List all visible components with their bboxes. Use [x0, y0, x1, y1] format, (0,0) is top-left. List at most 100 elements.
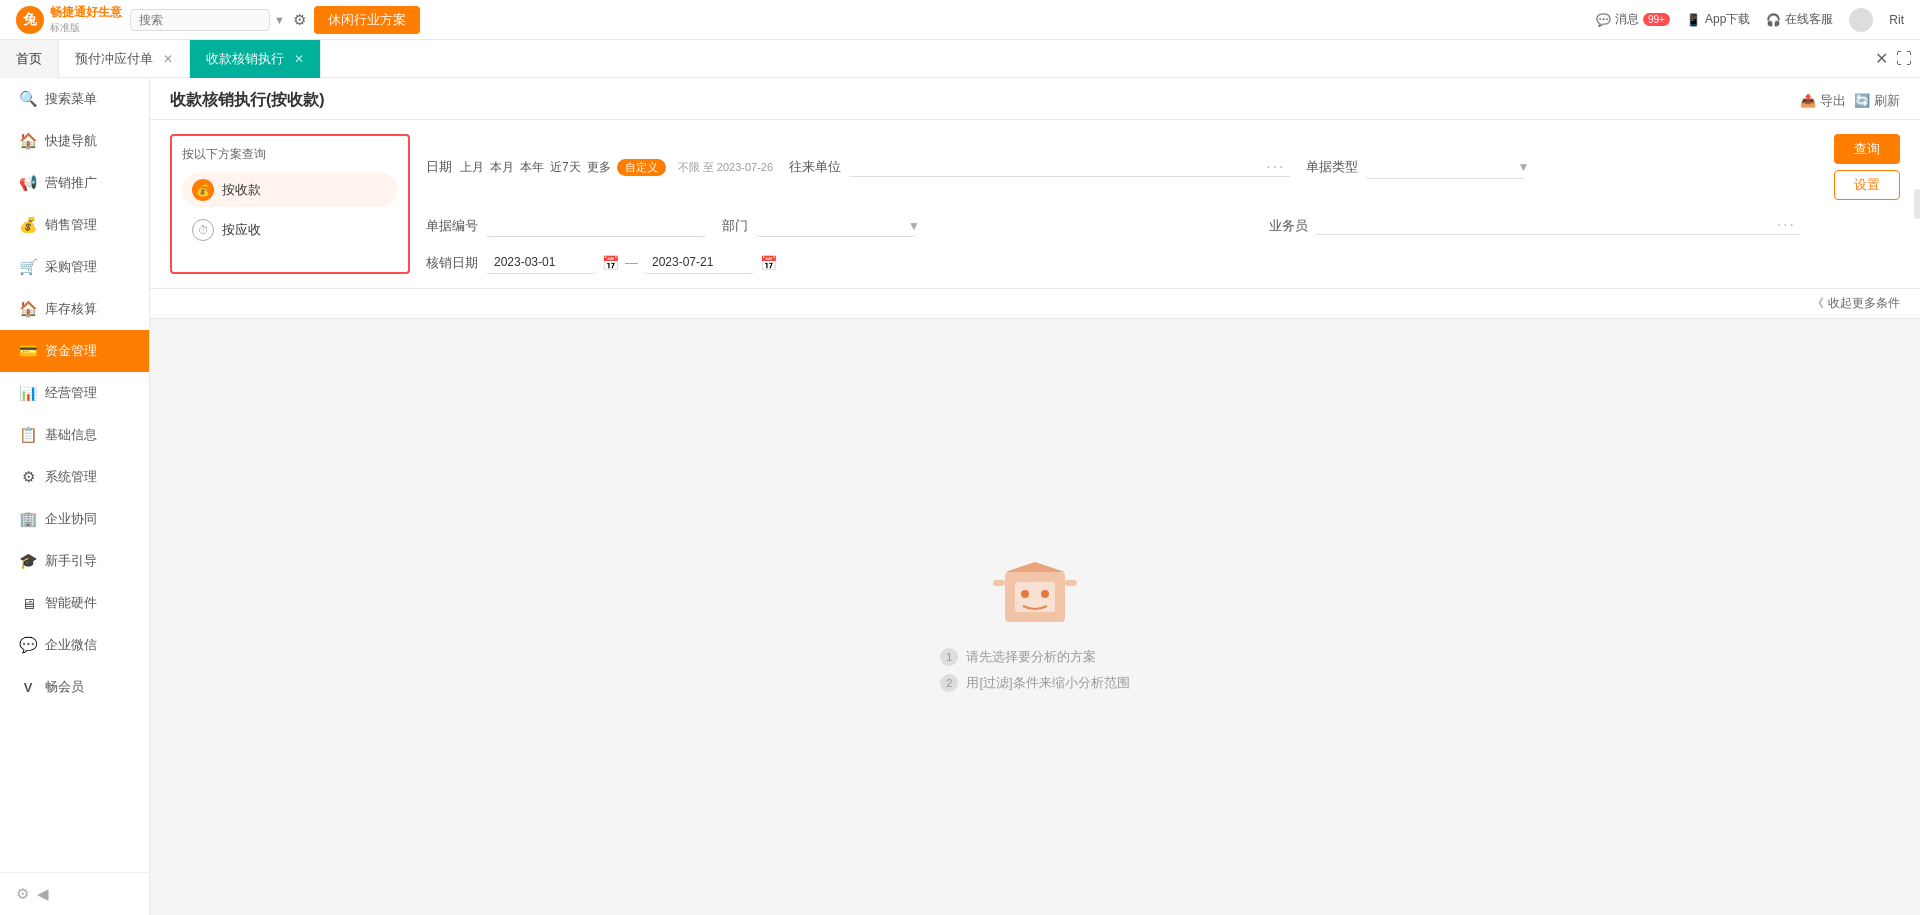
finance-icon: 💳 — [19, 342, 37, 360]
filter-collapse-button[interactable]: 《 — [1914, 189, 1920, 219]
messages-label: 消息 — [1615, 11, 1639, 28]
search-menu-icon: 🔍 — [19, 90, 37, 108]
brand-text: 畅捷通好生意 标准版 — [50, 4, 122, 35]
export-button[interactable]: 📤 导出 — [1800, 92, 1846, 110]
solution-button[interactable]: 休闲行业方案 — [314, 6, 420, 34]
sidebar-item-quick-nav[interactable]: 🏠 快捷导航 — [0, 120, 149, 162]
refresh-button[interactable]: 🔄 刷新 — [1854, 92, 1900, 110]
tab-maximize-button[interactable]: ⛶ — [1896, 50, 1912, 68]
counterpart-label: 往来单位 — [789, 158, 841, 176]
export-icon: 📤 — [1800, 93, 1816, 108]
end-calendar-icon[interactable]: 📅 — [760, 255, 777, 271]
sidebar-item-basic-info[interactable]: 📋 基础信息 — [0, 414, 149, 456]
sidebar-item-finance[interactable]: 💳 资金管理 — [0, 330, 149, 372]
tab-home[interactable]: 首页 — [0, 40, 59, 78]
write-off-end-input[interactable] — [644, 251, 754, 274]
doc-type-label: 单据类型 — [1306, 158, 1358, 176]
export-label: 导出 — [1820, 92, 1846, 110]
marketing-icon: 📢 — [19, 174, 37, 192]
sales-more-icon[interactable]: ··· — [1777, 216, 1796, 234]
date-this-year[interactable]: 本年 — [520, 159, 544, 176]
tab-prepay[interactable]: 预付冲应付单 ✕ — [59, 40, 190, 78]
tip-num-1: 1 — [940, 648, 958, 666]
user-avatar[interactable] — [1849, 8, 1873, 32]
collapse-more-label: 收起更多条件 — [1828, 295, 1900, 312]
filter-option-by-receipt[interactable]: 💰 按收款 — [182, 173, 398, 207]
content-header: 收款核销执行(按收款) 📤 导出 🔄 刷新 — [150, 78, 1920, 120]
date-more[interactable]: 更多 — [587, 159, 611, 176]
empty-tip-2: 2 用[过滤]条件来缩小分析范围 — [940, 674, 1129, 692]
sidebar-bottom: ⚙ ◀ — [0, 872, 149, 915]
filter-option-by-receivable[interactable]: ⏱ 按应收 — [182, 213, 398, 247]
tab-close-all-button[interactable]: ✕ — [1875, 49, 1888, 68]
date-last-7-days[interactable]: 近7天 — [550, 159, 581, 176]
refresh-label: 刷新 — [1874, 92, 1900, 110]
date-this-month[interactable]: 本月 — [490, 159, 514, 176]
filter-panel: 按以下方案查询 💰 按收款 ⏱ 按应收 《 日期 上月 — [150, 120, 1920, 289]
date-dash: — — [625, 255, 638, 270]
headset-icon: 🎧 — [1766, 13, 1781, 27]
counterpart-more-icon[interactable]: ··· — [1266, 158, 1285, 176]
inventory-icon: 🏠 — [19, 300, 37, 318]
gear-icon[interactable]: ⚙ — [293, 11, 306, 29]
sidebar-item-operations[interactable]: 📊 经营管理 — [0, 372, 149, 414]
start-calendar-icon[interactable]: 📅 — [602, 255, 619, 271]
sidebar-item-marketing[interactable]: 📢 营销推广 — [0, 162, 149, 204]
purchase-icon: 🛒 — [19, 258, 37, 276]
sidebar-label-operations: 经营管理 — [45, 384, 97, 402]
write-off-start-input[interactable] — [486, 251, 596, 274]
doc-number-input[interactable] — [486, 214, 706, 237]
logo-area: 兔 畅捷通好生意 标准版 — [16, 4, 122, 35]
collapse-more-button[interactable]: 《 收起更多条件 — [1812, 295, 1900, 312]
sales-icon: 💰 — [19, 216, 37, 234]
user-name: Rit — [1889, 13, 1904, 27]
member-icon: V — [19, 680, 37, 695]
filter-left-title: 按以下方案查询 — [182, 146, 398, 163]
tab-receipts-label: 收款核销执行 — [206, 50, 284, 68]
online-service-label: 在线客服 — [1785, 11, 1833, 28]
sidebar-label-inventory: 库存核算 — [45, 300, 97, 318]
sidebar-item-wechat[interactable]: 💬 企业微信 — [0, 624, 149, 666]
query-button[interactable]: 查询 — [1834, 134, 1900, 164]
date-custom-badge[interactable]: 自定义 — [617, 159, 666, 176]
counterpart-field-group: 往来单位 ··· — [789, 158, 1289, 177]
settings-button[interactable]: 设置 — [1834, 170, 1900, 200]
date-last-month[interactable]: 上月 — [460, 159, 484, 176]
sidebar-item-enterprise[interactable]: 🏢 企业协同 — [0, 498, 149, 540]
tab-receipts[interactable]: 收款核销执行 ✕ — [190, 40, 321, 78]
messages-item[interactable]: 💬 消息 99+ — [1596, 11, 1670, 28]
wechat-icon: 💬 — [19, 636, 37, 654]
search-input[interactable] — [130, 9, 270, 31]
date-label: 日期 — [426, 158, 452, 176]
brand-edition: 标准版 — [50, 21, 122, 35]
sidebar-settings-icon[interactable]: ⚙ — [16, 885, 29, 903]
top-bar: 兔 畅捷通好生意 标准版 ▼ ⚙ 休闲行业方案 💬 消息 99+ 📱 App下载… — [0, 0, 1920, 40]
logo-icon: 兔 — [16, 6, 44, 34]
dept-label: 部门 — [722, 217, 748, 235]
doc-type-field-group: 单据类型 ▼ — [1306, 156, 1806, 179]
dept-select[interactable] — [756, 214, 916, 237]
content-area: 收款核销执行(按收款) 📤 导出 🔄 刷新 按以下方案查询 💰 按收款 — [150, 78, 1920, 915]
date-field-group: 日期 上月 本月 本年 近7天 更多 自定义 不限 至 2023-07-26 — [426, 158, 773, 176]
app-download-label: App下载 — [1705, 11, 1750, 28]
online-service-item[interactable]: 🎧 在线客服 — [1766, 11, 1833, 28]
tab-receipts-close-icon[interactable]: ✕ — [294, 52, 304, 66]
sidebar-item-system[interactable]: ⚙ 系统管理 — [0, 456, 149, 498]
sidebar-collapse-icon[interactable]: ◀ — [37, 885, 49, 903]
sales-label: 业务员 — [1269, 217, 1308, 235]
sidebar-item-search-menu[interactable]: 🔍 搜索菜单 — [0, 78, 149, 120]
sidebar-item-purchase[interactable]: 🛒 采购管理 — [0, 246, 149, 288]
sidebar-item-guide[interactable]: 🎓 新手引导 — [0, 540, 149, 582]
tab-prepay-close-icon[interactable]: ✕ — [163, 52, 173, 66]
page-title: 收款核销执行(按收款) — [170, 90, 325, 111]
sidebar-item-member[interactable]: V 畅会员 — [0, 666, 149, 708]
by-receivable-icon: ⏱ — [192, 219, 214, 241]
top-bar-left: 兔 畅捷通好生意 标准版 ▼ ⚙ 休闲行业方案 — [16, 4, 420, 35]
sidebar-item-inventory[interactable]: 🏠 库存核算 — [0, 288, 149, 330]
sidebar-item-sales[interactable]: 💰 销售管理 — [0, 204, 149, 246]
app-download-item[interactable]: 📱 App下载 — [1686, 11, 1750, 28]
sidebar-item-hardware[interactable]: 🖥 智能硬件 — [0, 582, 149, 624]
refresh-icon: 🔄 — [1854, 93, 1870, 108]
doc-type-select[interactable] — [1366, 156, 1526, 179]
sidebar-label-enterprise: 企业协同 — [45, 510, 97, 528]
